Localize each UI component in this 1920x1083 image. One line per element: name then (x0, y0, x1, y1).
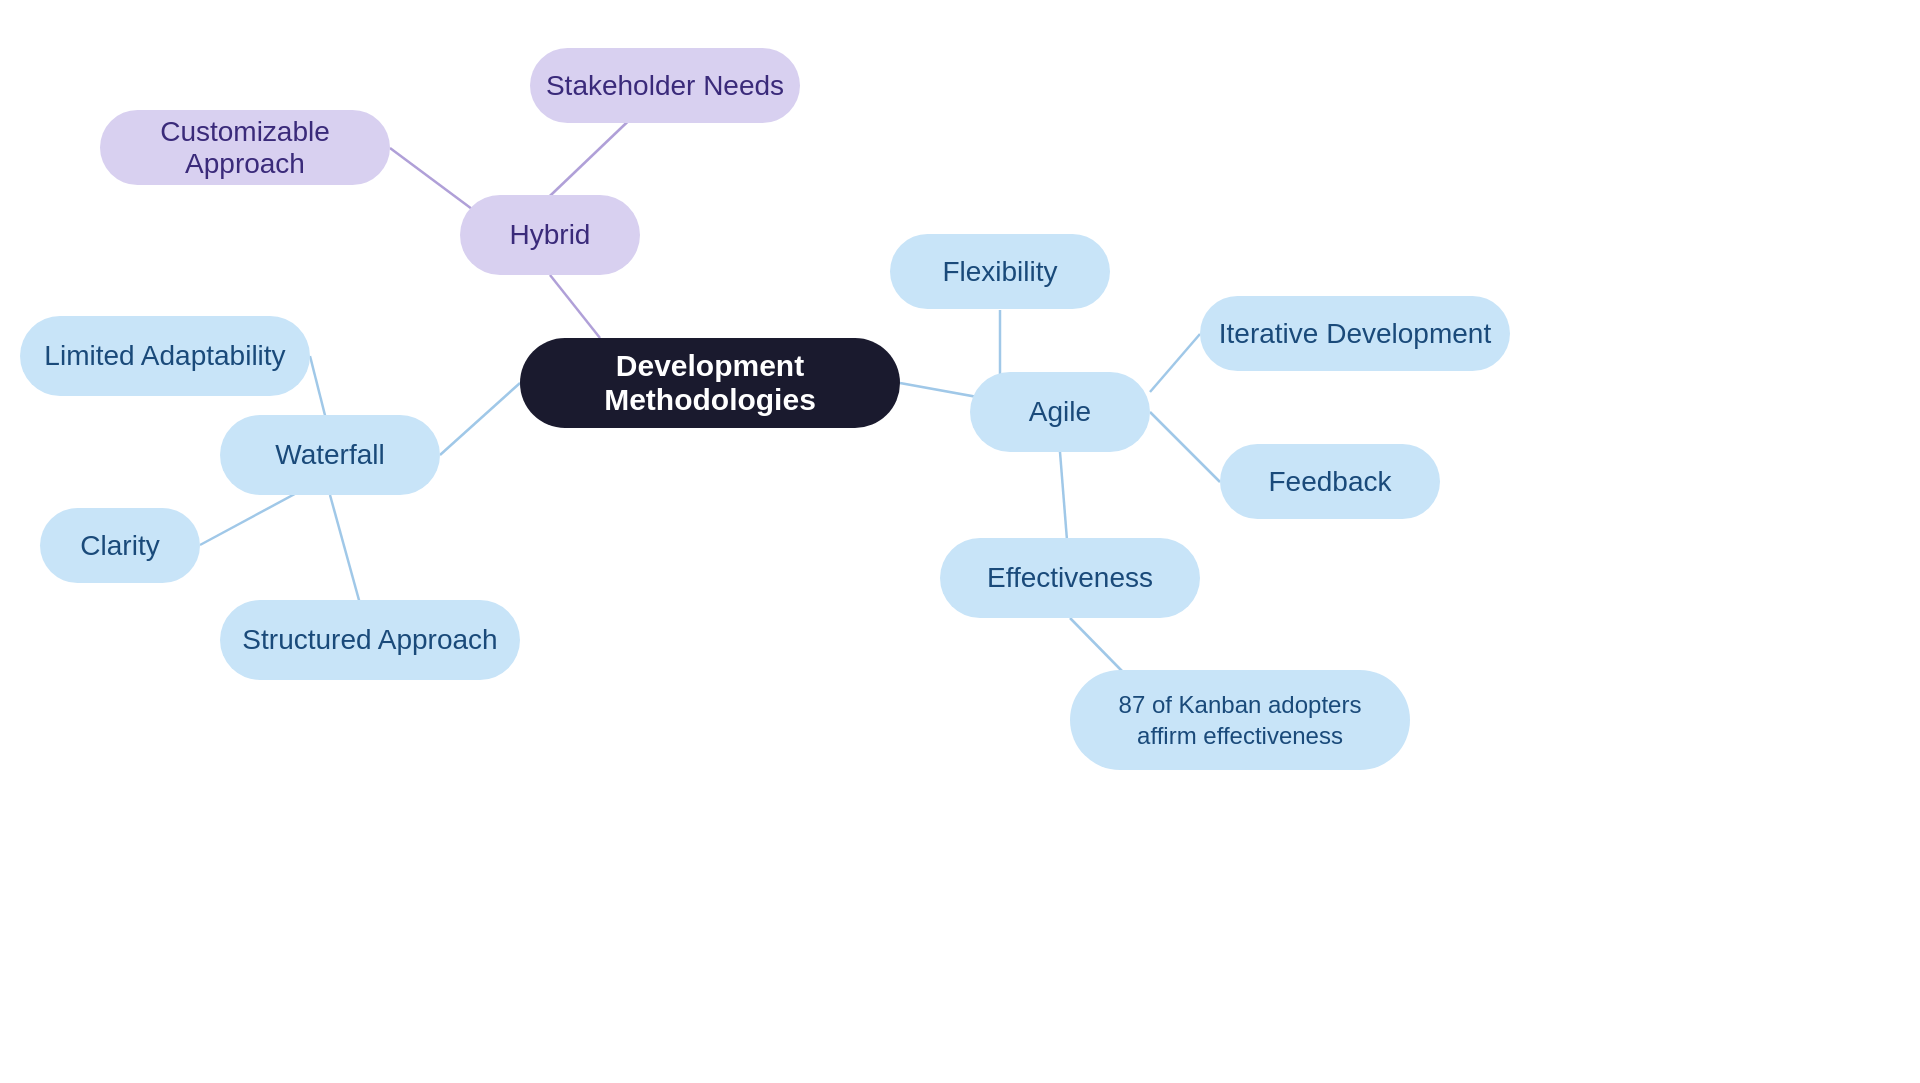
waterfall-label: Waterfall (275, 439, 384, 471)
structured-approach-node[interactable]: Structured Approach (220, 600, 520, 680)
effectiveness-node[interactable]: Effectiveness (940, 538, 1200, 618)
svg-line-10 (1150, 412, 1220, 482)
hybrid-label: Hybrid (510, 219, 591, 251)
svg-line-0 (440, 383, 520, 455)
iterative-development-label: Iterative Development (1219, 318, 1491, 350)
kanban-label: 87 of Kanban adopters affirm effectivene… (1090, 689, 1390, 751)
agile-label: Agile (1029, 396, 1091, 428)
feedback-node[interactable]: Feedback (1220, 444, 1440, 519)
svg-line-6 (390, 148, 480, 215)
flexibility-label: Flexibility (942, 256, 1057, 288)
waterfall-node[interactable]: Waterfall (220, 415, 440, 495)
svg-line-9 (1150, 334, 1200, 392)
feedback-label: Feedback (1269, 466, 1392, 498)
customizable-approach-node[interactable]: Customizable Approach (100, 110, 390, 185)
customizable-approach-label: Customizable Approach (100, 116, 390, 180)
structured-approach-label: Structured Approach (242, 624, 497, 656)
agile-node[interactable]: Agile (970, 372, 1150, 452)
limited-adaptability-node[interactable]: Limited Adaptability (20, 316, 310, 396)
effectiveness-label: Effectiveness (987, 562, 1153, 594)
clarity-label: Clarity (80, 530, 159, 562)
hybrid-node[interactable]: Hybrid (460, 195, 640, 275)
kanban-node[interactable]: 87 of Kanban adopters affirm effectivene… (1070, 670, 1410, 770)
stakeholder-needs-node[interactable]: Stakeholder Needs (530, 48, 800, 123)
iterative-development-node[interactable]: Iterative Development (1200, 296, 1510, 371)
center-node: Development Methodologies (520, 338, 900, 428)
svg-line-4 (550, 275, 600, 338)
stakeholder-needs-label: Stakeholder Needs (546, 70, 784, 102)
clarity-node[interactable]: Clarity (40, 508, 200, 583)
center-label: Development Methodologies (520, 349, 900, 417)
limited-adaptability-label: Limited Adaptability (44, 340, 285, 372)
flexibility-node[interactable]: Flexibility (890, 234, 1110, 309)
